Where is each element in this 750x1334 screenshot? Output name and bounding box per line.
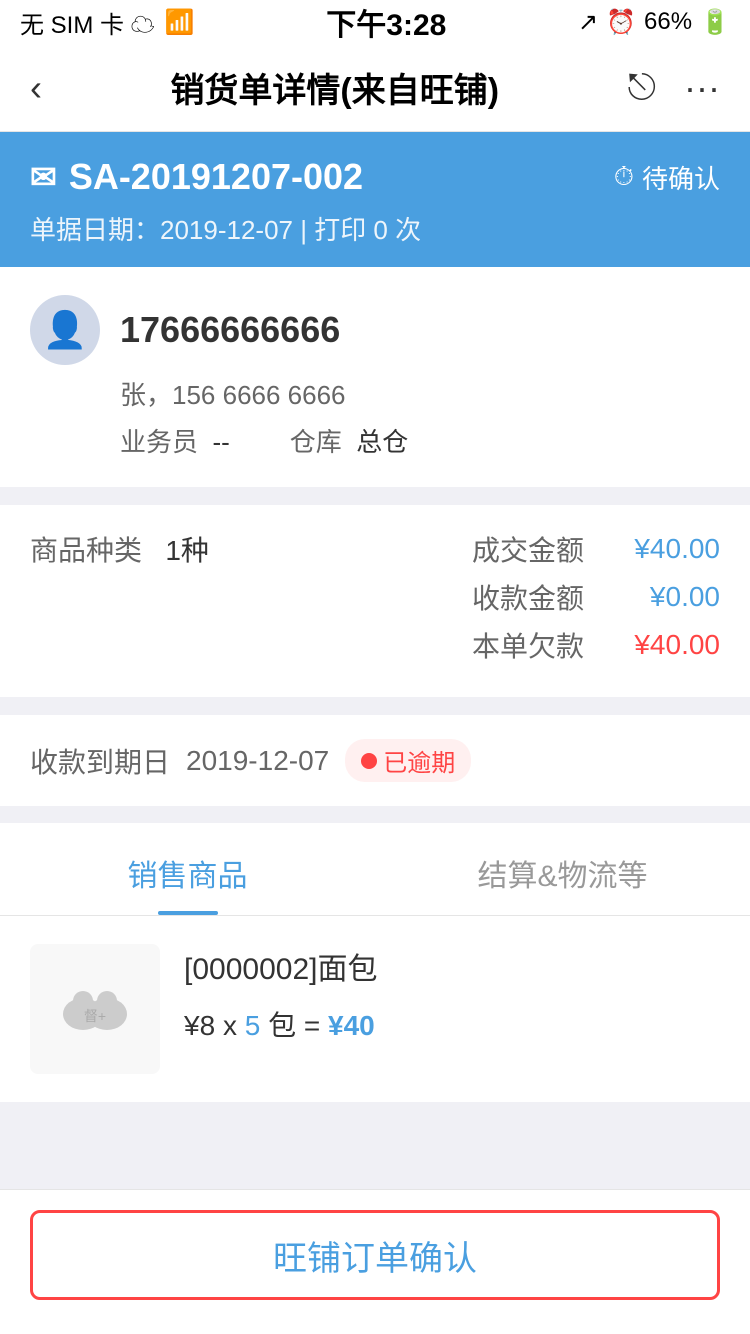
order-date: 单据日期：2019-12-07 | 打印 0 次 xyxy=(30,210,720,247)
nav-actions: ⎋ ··· xyxy=(628,66,720,109)
deal-amount-label: 成交金额 xyxy=(472,529,584,569)
product-logo-icon: 督+ xyxy=(55,979,135,1039)
tabs: 销售商品 结算&物流等 xyxy=(0,823,750,916)
price-separator: x xyxy=(223,1010,245,1041)
more-icon[interactable]: ··· xyxy=(684,67,720,109)
customer-meta: 业务员 -- 仓库 总仓 xyxy=(120,422,720,459)
battery-icon: 🔋 xyxy=(700,8,730,37)
customer-name: 张，156 6666 6666 xyxy=(120,375,720,412)
total-price: ¥40 xyxy=(328,1010,375,1041)
avatar: 👤 xyxy=(30,295,100,365)
sales-label: 业务员 -- xyxy=(120,422,230,459)
amounts-block: 成交金额 ¥40.00 收款金额 ¥0.00 本单欠款 ¥40.00 xyxy=(472,529,720,673)
received-amount-value: ¥0.00 xyxy=(600,581,720,613)
product-details: [0000002]面包 ¥8 x 5 包 = ¥40 xyxy=(184,944,720,1074)
status-time: 下午3:28 xyxy=(326,0,446,44)
product-thumbnail: 督+ xyxy=(30,944,160,1074)
order-icon: ✉ xyxy=(30,158,57,196)
order-header-card: ✉ SA-20191207-002 ⏱ 待确认 单据日期：2019-12-07 … xyxy=(0,132,750,267)
status-left: 无 SIM 卡 ☁ 📶 xyxy=(20,5,195,40)
received-amount-row: 收款金额 ¥0.00 xyxy=(472,577,720,617)
unit-price: ¥8 xyxy=(184,1010,215,1041)
status-right: ↗ ⏰ 66% 🔋 xyxy=(578,8,730,37)
order-status-text: 待确认 xyxy=(642,159,720,196)
order-number: ✉ SA-20191207-002 xyxy=(30,156,363,198)
order-status: ⏱ 待确认 xyxy=(614,159,720,196)
unit: 包 xyxy=(268,1010,296,1041)
battery-label: 66% xyxy=(644,8,692,36)
due-date-value: 2019-12-07 xyxy=(186,745,329,777)
share-icon[interactable]: ⎋ xyxy=(628,66,656,109)
summary-card: 商品种类 1种 成交金额 ¥40.00 收款金额 ¥0.00 本单欠款 ¥40.… xyxy=(0,504,750,698)
product-type-value: 1种 xyxy=(165,535,209,566)
product-name: [0000002]面包 xyxy=(184,944,720,988)
svg-text:督+: 督+ xyxy=(84,1008,106,1024)
wifi-icon: 📶 xyxy=(165,8,195,37)
due-amount-row: 本单欠款 ¥40.00 xyxy=(472,625,720,665)
due-amount-label: 本单欠款 xyxy=(472,625,584,665)
page-title: 销货单详情(来自旺铺) xyxy=(170,63,499,112)
product-list: 督+ [0000002]面包 ¥8 x 5 包 = ¥40 xyxy=(0,916,750,1103)
tabs-container: 销售商品 结算&物流等 督+ [0000002]面包 ¥8 x xyxy=(0,823,750,1105)
back-button[interactable]: ‹ xyxy=(30,67,42,109)
tab-settlement-logistics[interactable]: 结算&物流等 xyxy=(375,823,750,915)
customer-phone: 17666666666 xyxy=(120,309,340,351)
deal-amount-value: ¥40.00 xyxy=(600,533,720,565)
equals: = xyxy=(304,1010,328,1041)
sales-value: -- xyxy=(212,427,229,457)
avatar-icon: 👤 xyxy=(43,309,88,351)
location-icon: ↗ xyxy=(578,8,598,37)
status-bar: 无 SIM 卡 ☁ 📶 下午3:28 ↗ ⏰ 66% 🔋 xyxy=(0,0,750,44)
customer-card: 👤 17666666666 张，156 6666 6666 业务员 -- 仓库 … xyxy=(0,267,750,488)
tab-sales-products[interactable]: 销售商品 xyxy=(0,823,375,915)
overdue-badge: 已逾期 xyxy=(345,739,471,782)
clock-icon: ⏱ xyxy=(614,161,634,193)
product-type-label: 商品种类 xyxy=(30,535,142,566)
warehouse-label: 仓库 总仓 xyxy=(290,422,408,459)
deal-amount-row: 成交金额 ¥40.00 xyxy=(472,529,720,569)
due-amount-value: ¥40.00 xyxy=(600,629,720,661)
received-amount-label: 收款金额 xyxy=(472,577,584,617)
nav-bar: ‹ 销货单详情(来自旺铺) ⎋ ··· xyxy=(0,44,750,132)
product-type: 商品种类 1种 xyxy=(30,529,209,569)
product-price: ¥8 x 5 包 = ¥40 xyxy=(184,1004,720,1044)
alarm-icon: ⏰ xyxy=(606,8,636,37)
due-date-card: 收款到期日 2019-12-07 已逾期 xyxy=(0,714,750,807)
overdue-dot-icon xyxy=(361,753,377,769)
sim-label: 无 SIM 卡 ☁ xyxy=(20,5,155,40)
confirm-order-button[interactable]: 旺铺订单确认 xyxy=(30,1210,720,1300)
order-number-text: SA-20191207-002 xyxy=(69,156,363,198)
warehouse-value: 总仓 xyxy=(356,427,408,457)
bottom-bar: 旺铺订单确认 xyxy=(0,1189,750,1334)
due-date-label: 收款到期日 xyxy=(30,741,170,781)
table-row: 督+ [0000002]面包 ¥8 x 5 包 = ¥40 xyxy=(0,916,750,1103)
quantity: 5 xyxy=(245,1010,261,1041)
overdue-text: 已逾期 xyxy=(383,743,455,778)
